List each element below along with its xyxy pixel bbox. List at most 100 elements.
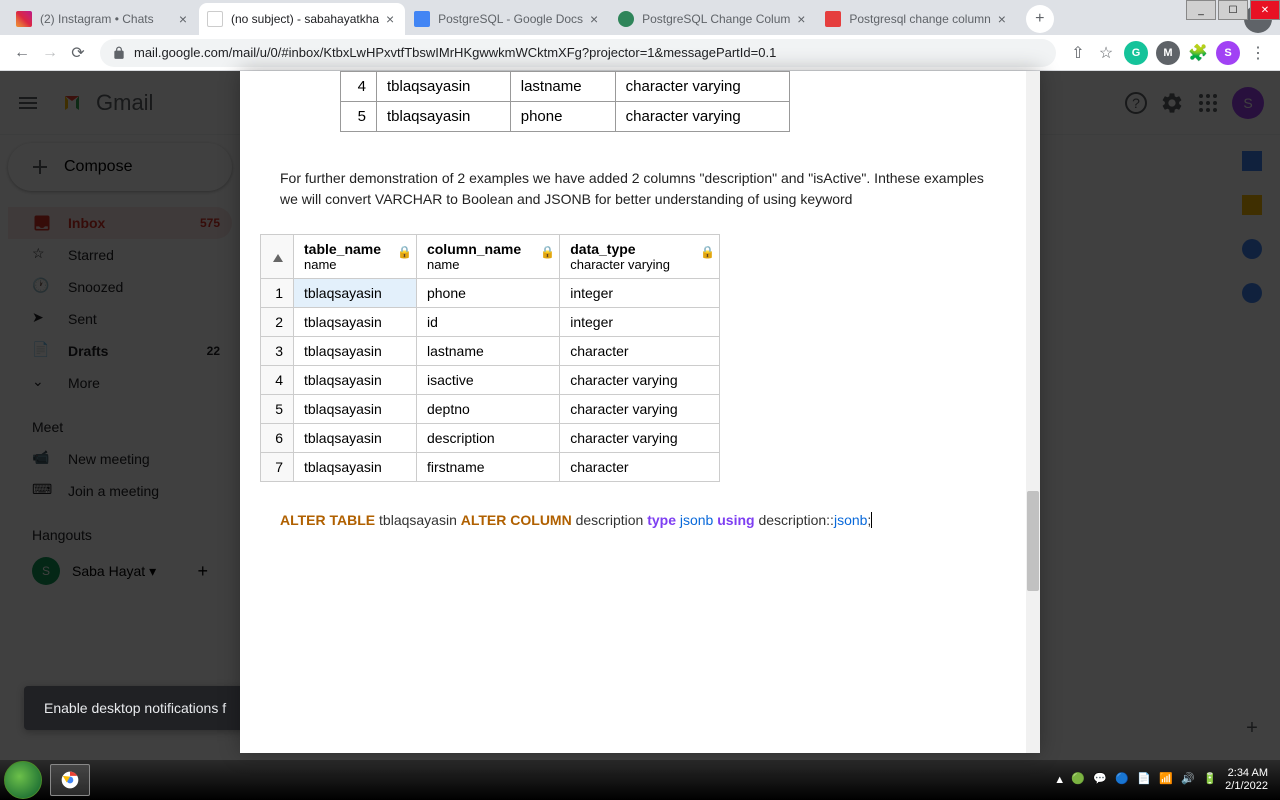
gmail-logo-icon (56, 91, 88, 115)
extension-icon[interactable]: M (1156, 41, 1180, 65)
sidebar-drafts[interactable]: 📄 Drafts 22 (8, 335, 232, 367)
sidebar-inbox[interactable]: Inbox 575 (8, 207, 232, 239)
col-header-table-name: table_namename🔒 (294, 235, 417, 279)
tab-title: PostgreSQL - Google Docs (438, 12, 583, 26)
sidebar-starred[interactable]: ☆ Starred (8, 239, 232, 271)
menu-icon[interactable] (16, 91, 40, 115)
settings-icon[interactable] (1160, 91, 1184, 115)
browser-tab-strip: (2) Instagram • Chats × (no subject) - s… (0, 0, 1280, 35)
reload-button[interactable]: ⟳ (64, 39, 92, 67)
bookmark-star-icon[interactable]: ☆ (1092, 39, 1120, 67)
star-icon: ☆ (32, 245, 52, 265)
share-icon[interactable]: ⇧ (1064, 39, 1092, 67)
table-row: 4tblaqsayasinlastnamecharacter varying (341, 72, 790, 102)
tab-close-icon[interactable]: × (176, 12, 190, 26)
corner-cell (261, 235, 294, 279)
taskbar-clock[interactable]: 2:34 AM 2/1/2022 (1225, 767, 1268, 793)
plus-icon[interactable]: + (197, 561, 208, 582)
taskbar-chrome[interactable] (50, 764, 90, 796)
system-tray: ▲ 🟢 💬 🔵 📄 📶 🔊 🔋 2:34 AM 2/1/2022 (1054, 767, 1276, 793)
columns-result-table: table_namename🔒 column_namename🔒 data_ty… (260, 234, 720, 482)
table-row: 1tblaqsayasinphoneinteger (261, 279, 720, 308)
chevron-down-icon: ▾ (149, 563, 156, 580)
tab-postgres-change[interactable]: PostgreSQL Change Colum × (610, 3, 816, 35)
compose-icon (28, 155, 52, 179)
sidebar-meet-heading: Meet (8, 411, 232, 443)
profile-avatar-icon[interactable]: S (1216, 41, 1240, 65)
tab-title: PostgreSQL Change Colum (642, 12, 790, 26)
minimize-button[interactable]: _ (1186, 0, 1216, 20)
account-avatar[interactable]: S (1232, 87, 1264, 119)
tab-gmail[interactable]: (no subject) - sabahayatkha × (199, 3, 405, 35)
tray-app-icon[interactable]: 🔵 (1115, 772, 1131, 788)
grammarly-icon[interactable]: G (1124, 41, 1148, 65)
tab-close-icon[interactable]: × (587, 12, 601, 26)
compose-button[interactable]: Compose (8, 143, 232, 191)
sidebar-more[interactable]: ⌄ More (8, 367, 232, 399)
lock-icon (112, 46, 126, 60)
add-panel-icon[interactable]: + (1246, 717, 1258, 740)
sidebar-sent[interactable]: ➤ Sent (8, 303, 232, 335)
battery-icon[interactable]: 🔋 (1203, 772, 1219, 788)
tab-title: (no subject) - sabahayatkha (231, 12, 379, 26)
site-icon (618, 11, 634, 27)
instagram-icon (16, 11, 32, 27)
tab-title: Postgresql change column (849, 12, 990, 26)
tab-instagram[interactable]: (2) Instagram • Chats × (8, 3, 198, 35)
apps-icon[interactable] (1196, 91, 1220, 115)
tasks-icon[interactable] (1242, 239, 1262, 259)
desktop-notification-toast[interactable]: Enable desktop notifications f (24, 686, 246, 730)
sidebar-hangouts-heading: Hangouts (8, 519, 232, 551)
extensions-icon[interactable]: 🧩 (1184, 39, 1212, 67)
chrome-menu-icon[interactable]: ⋮ (1244, 39, 1272, 67)
keep-icon[interactable] (1242, 195, 1262, 215)
new-tab-button[interactable]: + (1026, 5, 1054, 33)
tray-app-icon[interactable]: 💬 (1093, 772, 1109, 788)
col-header-column-name: column_namename🔒 (416, 235, 559, 279)
tab-gdocs[interactable]: PostgreSQL - Google Docs × (406, 3, 609, 35)
start-button[interactable] (4, 761, 42, 799)
back-button[interactable]: ← (8, 39, 36, 67)
lock-icon: 🔒 (700, 245, 715, 259)
url-text: mail.google.com/mail/u/0/#inbox/KtbxLwHP… (134, 45, 1044, 60)
calendar-icon[interactable] (1242, 151, 1262, 171)
maximize-button[interactable]: ☐ (1218, 0, 1248, 20)
tray-app-icon[interactable]: 📄 (1137, 772, 1153, 788)
gmail-sidebar: Compose Inbox 575 ☆ Starred 🕐 Snoozed ➤ … (0, 135, 240, 760)
site-icon (825, 11, 841, 27)
scrollbar[interactable] (1026, 71, 1040, 753)
volume-icon[interactable]: 🔊 (1181, 772, 1197, 788)
keyboard-icon: ⌨ (32, 481, 52, 501)
window-controls: _ ☐ ✕ (1184, 0, 1280, 20)
gmail-logo[interactable]: Gmail (56, 90, 153, 116)
sidebar-new-meeting[interactable]: 📹 New meeting (8, 443, 232, 475)
network-icon[interactable]: 📶 (1159, 772, 1175, 788)
tab-close-icon[interactable]: × (383, 12, 397, 26)
scrollbar-thumb[interactable] (1027, 491, 1039, 591)
close-window-button[interactable]: ✕ (1250, 0, 1280, 20)
tray-app-icon[interactable]: 🟢 (1071, 772, 1087, 788)
sidebar-snoozed[interactable]: 🕐 Snoozed (8, 271, 232, 303)
help-icon[interactable]: ? (1124, 91, 1148, 115)
col-header-data-type: data_typecharacter varying🔒 (560, 235, 720, 279)
tab-close-icon[interactable]: × (995, 12, 1009, 26)
chevron-down-icon: ⌄ (32, 373, 52, 393)
svg-text:?: ? (1132, 95, 1140, 111)
url-input[interactable]: mail.google.com/mail/u/0/#inbox/KtbxLwHP… (100, 39, 1056, 67)
address-bar: ← → ⟳ mail.google.com/mail/u/0/#inbox/Kt… (0, 35, 1280, 71)
table-row: 5tblaqsayasindeptnocharacter varying (261, 395, 720, 424)
sidebar-join-meeting[interactable]: ⌨ Join a meeting (8, 475, 232, 507)
tab-close-icon[interactable]: × (794, 12, 808, 26)
clock-icon: 🕐 (32, 277, 52, 297)
google-docs-icon (414, 11, 430, 27)
tab-postgres-col[interactable]: Postgresql change column × (817, 3, 1016, 35)
contacts-icon[interactable] (1242, 283, 1262, 303)
table-row: 4tblaqsayasinisactivecharacter varying (261, 366, 720, 395)
sql-statement: ALTER TABLE tblaqsayasin ALTER COLUMN de… (260, 512, 1020, 529)
lock-icon: 🔒 (540, 245, 555, 259)
tray-up-icon[interactable]: ▲ (1054, 774, 1065, 786)
table-row: 3tblaqsayasinlastnamecharacter (261, 337, 720, 366)
inbox-icon (32, 213, 52, 233)
forward-button[interactable]: → (36, 39, 64, 67)
sidebar-hangouts-user[interactable]: S Saba Hayat ▾ + (8, 551, 232, 591)
